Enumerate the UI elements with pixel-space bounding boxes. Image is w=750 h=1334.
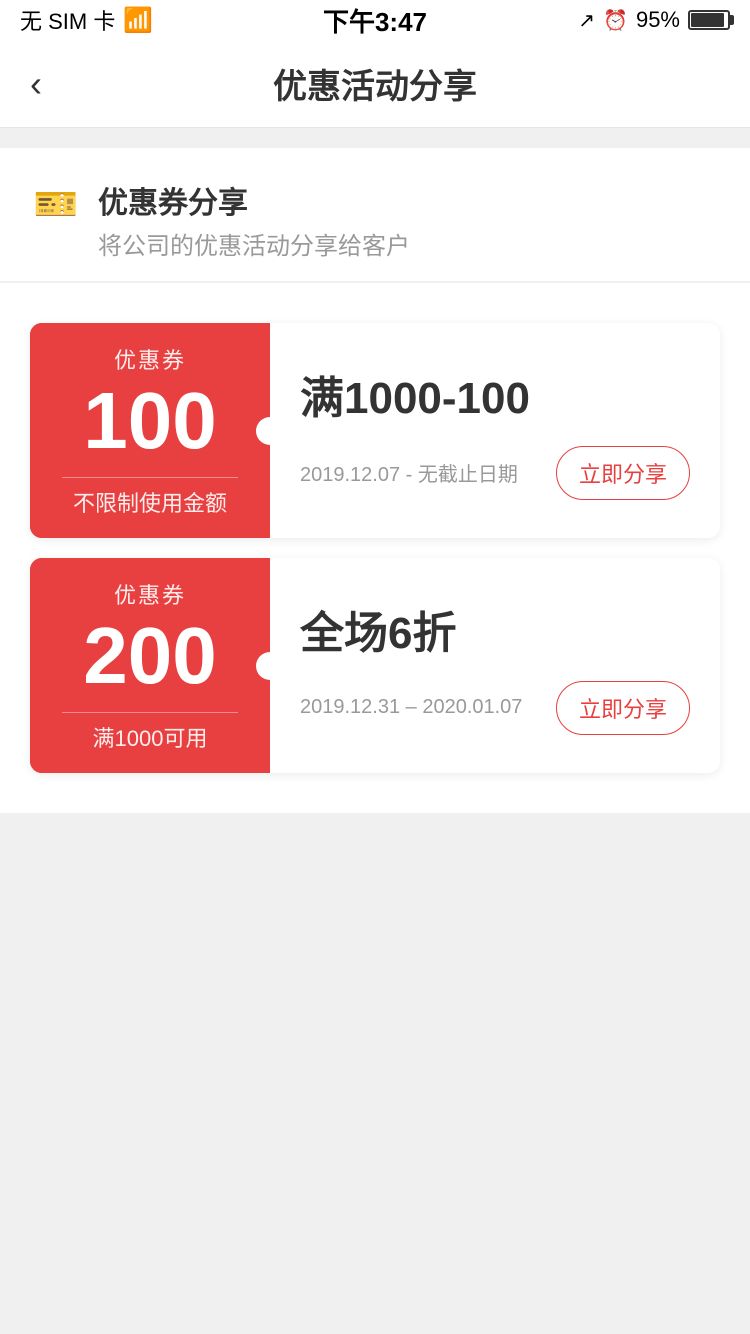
battery-percent: 95% [636,7,680,33]
coupon-footer-1: 2019.12.07 - 无截止日期 立即分享 [300,446,690,500]
coupon-divider-1 [62,477,238,478]
coupon-condition-1: 不限制使用金额 [63,486,237,518]
status-bar: 无 SIM 卡 📶 下午3:47 ↗ ⏰ 95% [0,0,750,40]
battery-icon [688,10,730,30]
back-button[interactable]: ‹ [30,63,42,105]
coupon-icon: 🎫 [30,178,82,230]
section-subtitle: 将公司的优惠活动分享给客户 [98,226,410,261]
share-button-2[interactable]: 立即分享 [556,681,690,735]
coupon-label-2: 优惠券 [114,578,186,610]
coupon-label-1: 优惠券 [114,343,186,375]
coupon-left-2: 优惠券 200 满1000可用 [30,558,270,773]
coupon-amount-2: 200 [83,616,216,696]
section-header: 🎫 优惠券分享 将公司的优惠活动分享给客户 [0,148,750,281]
coupon-card-2: 优惠券 200 满1000可用 全场6折 2019.12.31 – 2020.0… [30,558,720,773]
coupon-list: 优惠券 100 不限制使用金额 满1000-100 2019.12.07 - 无… [0,283,750,813]
alarm-icon: ⏰ [603,8,628,33]
section-title: 优惠券分享 [98,178,410,222]
wifi-icon: 📶 [123,6,153,35]
coupon-divider-2 [62,712,238,713]
section-text: 优惠券分享 将公司的优惠活动分享给客户 [98,178,410,261]
coupon-card-1: 优惠券 100 不限制使用金额 满1000-100 2019.12.07 - 无… [30,323,720,538]
status-time: 下午3:47 [323,2,427,39]
status-left: 无 SIM 卡 📶 [20,4,153,36]
coupon-footer-2: 2019.12.31 – 2020.01.07 立即分享 [300,681,690,735]
coupon-date-1: 2019.12.07 - 无截止日期 [300,458,518,487]
coupon-left-1: 优惠券 100 不限制使用金额 [30,323,270,538]
coupon-name-2: 全场6折 [300,597,690,661]
coupon-date-2: 2019.12.31 – 2020.01.07 [300,696,522,719]
page-title: 优惠活动分享 [273,59,477,108]
share-button-1[interactable]: 立即分享 [556,446,690,500]
status-right: ↗ ⏰ 95% [578,7,730,33]
coupon-name-1: 满1000-100 [300,362,690,426]
location-icon: ↗ [578,8,595,33]
no-sim-label: 无 SIM 卡 [20,4,115,36]
coupon-amount-1: 100 [83,381,216,461]
coupon-right-2: 全场6折 2019.12.31 – 2020.01.07 立即分享 [270,558,720,773]
nav-bar: ‹ 优惠活动分享 [0,40,750,128]
coupon-condition-2: 满1000可用 [83,721,218,753]
coupon-right-1: 满1000-100 2019.12.07 - 无截止日期 立即分享 [270,323,720,538]
